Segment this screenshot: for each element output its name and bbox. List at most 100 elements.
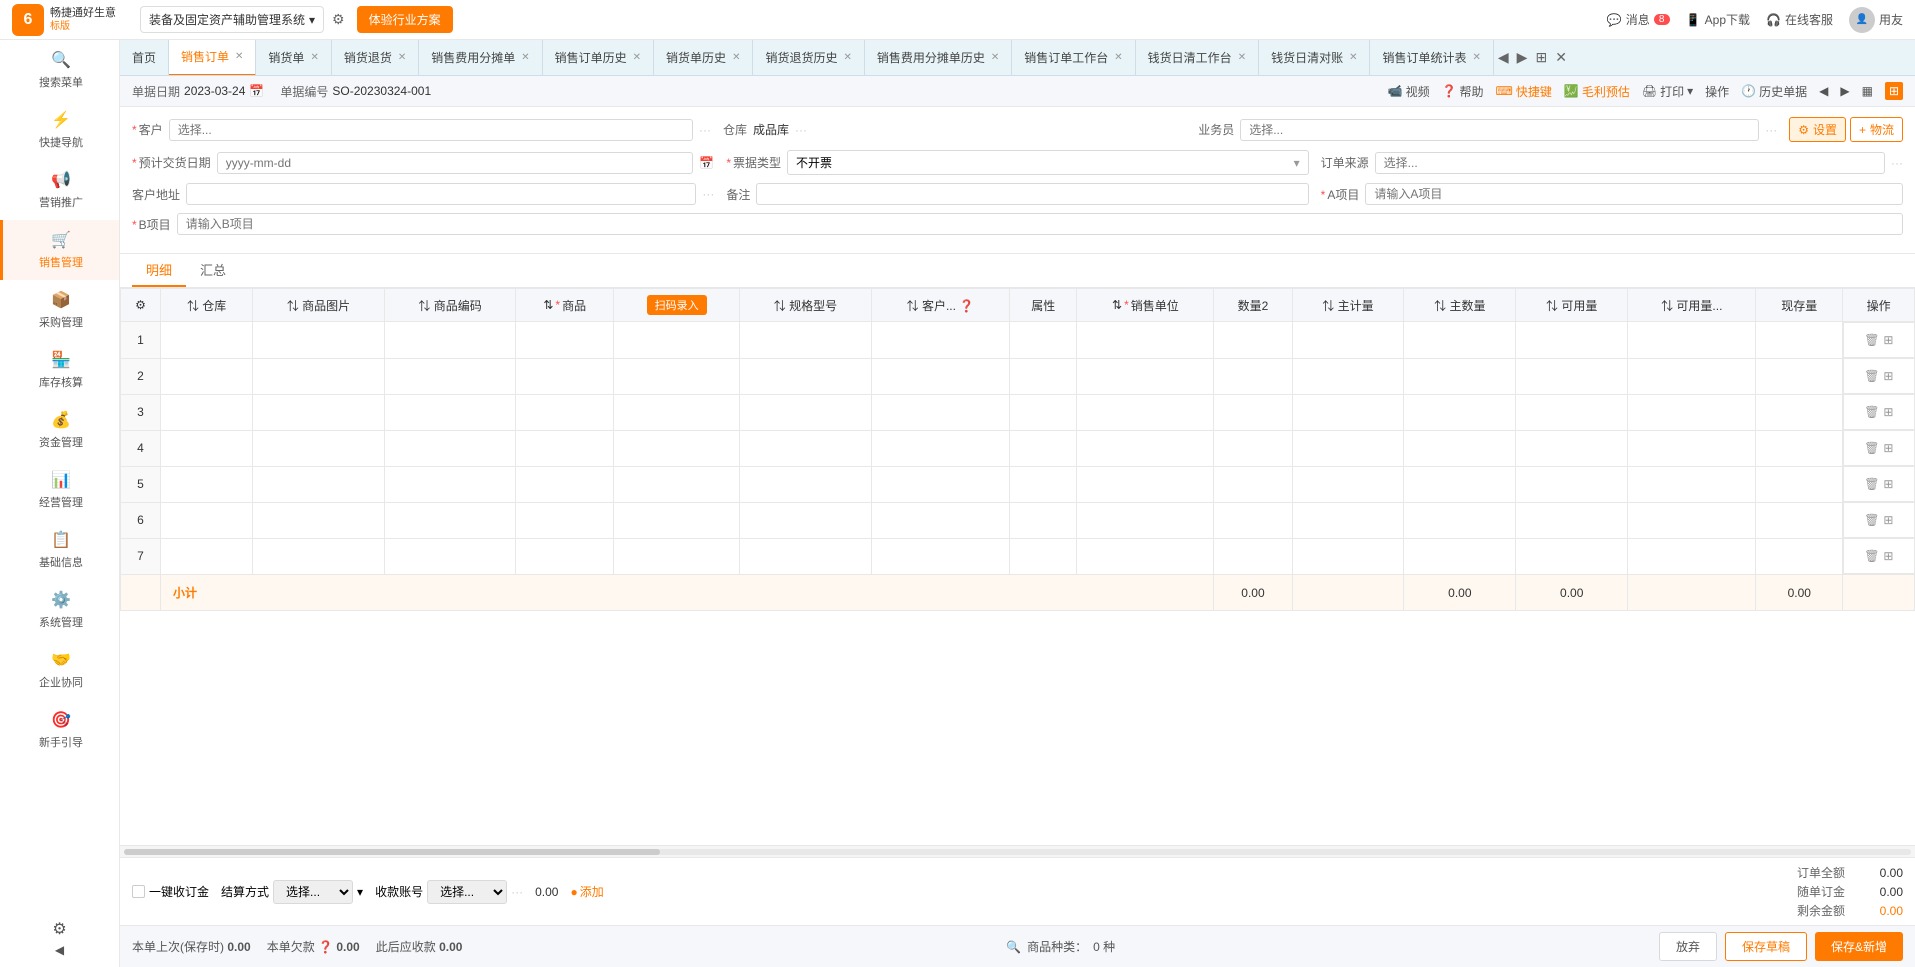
row-customer-code-2[interactable] (871, 358, 1010, 394)
copy-icon[interactable]: ⊞ (1883, 477, 1893, 491)
row-stock-3[interactable] (1756, 394, 1843, 430)
tab-daily-workbench[interactable]: 钱货日清工作台 ✕ (1136, 40, 1259, 76)
message-button[interactable]: 💬 消息 8 (1607, 11, 1670, 28)
tab-close-icon[interactable]: ✕ (843, 52, 851, 63)
solution-button[interactable]: 体验行业方案 (357, 6, 453, 33)
scroll-bar[interactable] (120, 845, 1915, 857)
discard-button[interactable]: 放弃 (1659, 932, 1717, 961)
copy-icon[interactable]: ⊞ (1883, 369, 1893, 383)
row-qty2-1[interactable] (1214, 322, 1292, 359)
salesperson-more-icon[interactable]: ··· (1765, 123, 1777, 137)
sidebar-item-system[interactable]: ⚙️ 系统管理 (0, 580, 119, 640)
tab-close-icon[interactable]: ✕ (1473, 52, 1481, 63)
history-button[interactable]: 🕐 历史单据 (1741, 83, 1807, 100)
settings-button[interactable]: ⚙ 设置 (1789, 117, 1846, 142)
add-payment-button[interactable]: ● 添加 (570, 883, 603, 900)
col-header-product-image[interactable]: ⇅ 商品图片 (253, 289, 385, 322)
row-available2-2[interactable] (1628, 358, 1756, 394)
customer-more-icon[interactable]: ··· (699, 123, 711, 137)
sidebar-item-guide[interactable]: 🎯 新手引导 (0, 700, 119, 760)
settlement-select[interactable]: 选择... (273, 880, 353, 904)
row-available1-1[interactable] (1516, 322, 1628, 359)
delivery-date-input[interactable] (217, 152, 694, 174)
sidebar-item-sales[interactable]: 🛒 销售管理 (0, 220, 119, 280)
row-spec-1[interactable] (740, 322, 872, 359)
row-available1-2[interactable] (1516, 358, 1628, 394)
row-spec-2[interactable] (740, 358, 872, 394)
row-qty2-2[interactable] (1214, 358, 1292, 394)
row-customer-code-3[interactable] (871, 394, 1010, 430)
sidebar-item-purchase[interactable]: 📦 采购管理 (0, 280, 119, 340)
expand-view-icon[interactable]: ⊞ (1885, 82, 1903, 100)
grid-view-icon[interactable]: ▦ (1862, 84, 1873, 98)
help-button[interactable]: ❓ 帮助 (1442, 83, 1484, 100)
row-attribute-3[interactable] (1010, 394, 1077, 430)
tab-close-icon[interactable]: ✕ (1114, 52, 1122, 63)
col-header-settings[interactable]: ⚙ (121, 289, 161, 322)
tab-fee-history[interactable]: 销售费用分摊单历史 ✕ (865, 40, 1012, 76)
settings-icon[interactable]: ⚙ (332, 11, 345, 28)
tab-close-icon[interactable]: ✕ (235, 51, 243, 62)
row-main-unit-1[interactable] (1292, 322, 1404, 359)
col-header-available1[interactable]: ⇅ 可用量 (1516, 289, 1628, 322)
sidebar-item-quick-nav[interactable]: ⚡ 快捷导航 (0, 100, 119, 160)
save-draft-button[interactable]: 保存草稿 (1725, 932, 1807, 961)
copy-icon[interactable]: ⊞ (1883, 405, 1893, 419)
tab-close-icon[interactable]: ✕ (1349, 52, 1357, 63)
col-header-warehouse[interactable]: ⇅ 仓库 (161, 289, 253, 322)
row-product-image-1[interactable] (253, 322, 385, 359)
tab-close-icon[interactable]: ✕ (310, 52, 318, 63)
row-stock-2[interactable] (1756, 358, 1843, 394)
copy-icon[interactable]: ⊞ (1883, 549, 1893, 563)
tab-detail[interactable]: 明细 (132, 254, 186, 287)
row-main-qty-1[interactable] (1404, 322, 1516, 359)
row-warehouse-2[interactable] (161, 358, 253, 394)
tab-sales-return[interactable]: 销货退货 ✕ (332, 40, 419, 76)
row-warehouse-3[interactable] (161, 394, 253, 430)
tab-close-all[interactable]: ✕ (1551, 49, 1571, 66)
col-header-main-qty[interactable]: ⇅ 主数量 (1404, 289, 1516, 322)
col-header-current-stock[interactable]: 现存量 (1756, 289, 1843, 322)
tab-order-stats[interactable]: 销售订单统计表 ✕ (1370, 40, 1493, 76)
row-product-code-1[interactable] (384, 322, 516, 359)
a-project-input[interactable] (1365, 183, 1903, 205)
delete-icon[interactable]: 🗑 (1864, 405, 1879, 419)
row-product-code-3[interactable] (384, 394, 516, 430)
tab-return-history[interactable]: 销货退货历史 ✕ (753, 40, 864, 76)
tab-order-workbench[interactable]: 销售订单工作台 ✕ (1012, 40, 1135, 76)
tab-home[interactable]: 首页 (120, 40, 169, 76)
print-button[interactable]: 🖨 打印 ▾ (1642, 83, 1693, 100)
row-sales-unit-3[interactable] (1077, 394, 1214, 430)
nav-prev-icon[interactable]: ◀ (1819, 84, 1828, 98)
tab-daily-reconcile[interactable]: 钱货日清对账 ✕ (1259, 40, 1370, 76)
scroll-track[interactable] (124, 849, 1911, 855)
order-source-input[interactable] (1375, 152, 1885, 174)
profit-button[interactable]: 💹 毛利预估 (1564, 83, 1630, 100)
col-header-main-unit[interactable]: ⇅ 主计量 (1292, 289, 1404, 322)
system-selector[interactable]: 装备及固定资产辅助管理系统 ▾ (140, 6, 324, 33)
delete-icon[interactable]: 🗑 (1864, 549, 1879, 563)
row-product-3[interactable] (516, 394, 614, 430)
b-project-input[interactable] (177, 213, 1903, 235)
tab-close-icon[interactable]: ✕ (398, 52, 406, 63)
sidebar-item-operations[interactable]: 📊 经营管理 (0, 460, 119, 520)
sidebar-collapse-icon[interactable]: ◀ (55, 943, 64, 957)
online-service-button[interactable]: 🎧 在线客服 (1766, 11, 1833, 28)
nav-next-icon[interactable]: ▶ (1840, 84, 1849, 98)
scroll-thumb[interactable] (124, 849, 660, 855)
sidebar-item-marketing[interactable]: 📢 营销推广 (0, 160, 119, 220)
one-click-payment-checkbox[interactable]: 一键收订金 (132, 883, 209, 900)
col-header-attribute[interactable]: 属性 (1010, 289, 1077, 322)
tab-close-icon[interactable]: ✕ (991, 52, 999, 63)
row-sales-unit-1[interactable] (1077, 322, 1214, 359)
tab-summary[interactable]: 汇总 (186, 254, 240, 287)
sidebar-settings-icon[interactable]: ⚙ (52, 919, 66, 939)
salesperson-input[interactable] (1240, 119, 1759, 141)
row-warehouse-1[interactable] (161, 322, 253, 359)
copy-icon[interactable]: ⊞ (1883, 441, 1893, 455)
tab-close-icon[interactable]: ✕ (521, 52, 529, 63)
tab-sales-order[interactable]: 销售订单 ✕ (169, 40, 256, 76)
app-download-button[interactable]: 📱 App下载 (1686, 11, 1750, 28)
account-select[interactable]: 选择... (427, 880, 507, 904)
customer-address-input[interactable] (186, 183, 696, 205)
